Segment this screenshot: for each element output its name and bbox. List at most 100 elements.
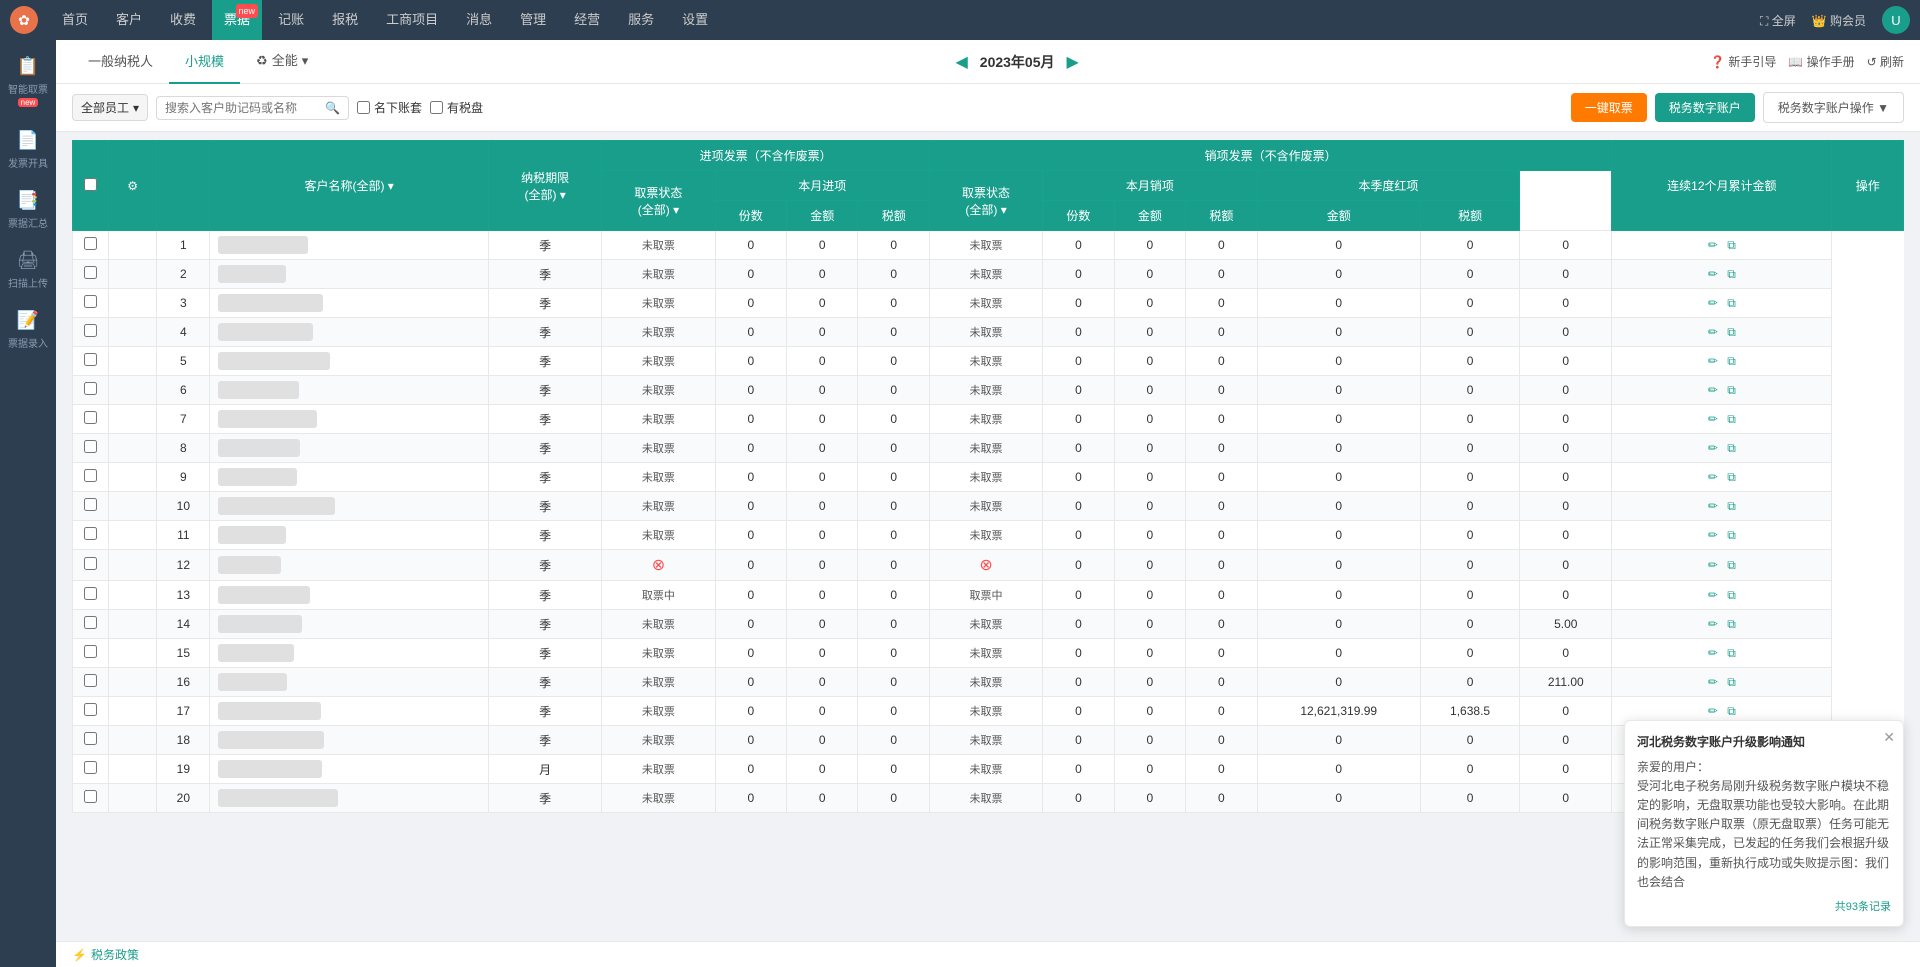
cell-checkbox[interactable] bbox=[73, 639, 109, 668]
edit-icon[interactable]: ✏ bbox=[1708, 267, 1718, 281]
sidebar-item-get-invoice[interactable]: 📋 智能取票new bbox=[0, 48, 56, 118]
user-avatar[interactable]: U bbox=[1882, 6, 1910, 34]
copy-icon[interactable]: ⧉ bbox=[1727, 383, 1736, 397]
nav-business[interactable]: 工商项目 bbox=[374, 0, 450, 40]
copy-icon[interactable]: ⧉ bbox=[1727, 470, 1736, 484]
edit-icon[interactable]: ✏ bbox=[1708, 617, 1718, 631]
nav-manage[interactable]: 管理 bbox=[508, 0, 558, 40]
cell-checkbox[interactable] bbox=[73, 347, 109, 376]
next-month-btn[interactable]: ▶ bbox=[1067, 52, 1079, 72]
copy-icon[interactable]: ⧉ bbox=[1727, 238, 1736, 252]
cell-checkbox[interactable] bbox=[73, 463, 109, 492]
tab-small-scale[interactable]: 小规模 bbox=[169, 40, 240, 84]
edit-icon[interactable]: ✏ bbox=[1708, 646, 1718, 660]
fullscreen-action[interactable]: ⛶ 全屏 bbox=[1760, 12, 1796, 29]
sidebar-item-invoice-summary[interactable]: 📑 票据汇总 bbox=[0, 182, 56, 238]
tax-digital-btn[interactable]: 税务数字账户 bbox=[1655, 93, 1755, 122]
cell-checkbox[interactable] bbox=[73, 755, 109, 784]
sidebar-item-open-invoice[interactable]: 📄 发票开具 bbox=[0, 122, 56, 178]
edit-icon[interactable]: ✏ bbox=[1708, 499, 1718, 513]
sidebar-item-invoice-entry[interactable]: 📝 票据录入 bbox=[0, 302, 56, 358]
edit-icon[interactable]: ✏ bbox=[1708, 238, 1718, 252]
copy-icon[interactable]: ⧉ bbox=[1727, 267, 1736, 281]
edit-icon[interactable]: ✏ bbox=[1708, 412, 1718, 426]
refresh-btn[interactable]: ↺ 刷新 bbox=[1867, 53, 1904, 70]
nav-message[interactable]: 消息 bbox=[454, 0, 504, 40]
edit-icon[interactable]: ✏ bbox=[1708, 325, 1718, 339]
cell-checkbox[interactable] bbox=[73, 726, 109, 755]
th-out-fetch-status[interactable]: 取票状态(全部) ▾ bbox=[929, 171, 1042, 231]
copy-icon[interactable]: ⧉ bbox=[1727, 588, 1736, 602]
tax-digital-op-btn[interactable]: 税务数字账户操作 ▼ bbox=[1763, 92, 1904, 123]
nav-client[interactable]: 客户 bbox=[104, 0, 154, 40]
edit-icon[interactable]: ✏ bbox=[1708, 558, 1718, 572]
cell-checkbox[interactable] bbox=[73, 260, 109, 289]
checkbox-named-input[interactable] bbox=[357, 101, 370, 114]
th-red-amount: 金额 bbox=[1257, 201, 1420, 231]
copy-icon[interactable]: ⧉ bbox=[1727, 617, 1736, 631]
nav-invoice[interactable]: 票据 new bbox=[212, 0, 262, 40]
edit-icon[interactable]: ✏ bbox=[1708, 296, 1718, 310]
search-input[interactable] bbox=[165, 101, 325, 115]
operation-manual[interactable]: 📖 操作手册 bbox=[1788, 53, 1854, 70]
copy-icon[interactable]: ⧉ bbox=[1727, 675, 1736, 689]
copy-icon[interactable]: ⧉ bbox=[1727, 646, 1736, 660]
cell-checkbox[interactable] bbox=[73, 521, 109, 550]
prev-month-btn[interactable]: ◀ bbox=[955, 52, 967, 72]
nav-service[interactable]: 服务 bbox=[616, 0, 666, 40]
nav-home[interactable]: 首页 bbox=[50, 0, 100, 40]
cell-checkbox[interactable] bbox=[73, 610, 109, 639]
cell-checkbox[interactable] bbox=[73, 492, 109, 521]
edit-icon[interactable]: ✏ bbox=[1708, 470, 1718, 484]
copy-icon[interactable]: ⧉ bbox=[1727, 704, 1736, 718]
copy-icon[interactable]: ⧉ bbox=[1727, 499, 1736, 513]
cell-checkbox[interactable] bbox=[73, 581, 109, 610]
copy-icon[interactable]: ⧉ bbox=[1727, 296, 1736, 310]
cell-checkbox[interactable] bbox=[73, 318, 109, 347]
nav-operation[interactable]: 经营 bbox=[562, 0, 612, 40]
cell-checkbox[interactable] bbox=[73, 434, 109, 463]
tab-general-taxpayer[interactable]: 一般纳税人 bbox=[72, 40, 169, 84]
copy-icon[interactable]: ⧉ bbox=[1727, 412, 1736, 426]
cell-checkbox[interactable] bbox=[73, 231, 109, 260]
new-user-guide[interactable]: ❓ 新手引导 bbox=[1710, 53, 1776, 70]
cell-checkbox[interactable] bbox=[73, 376, 109, 405]
select-all-checkbox[interactable] bbox=[84, 178, 97, 191]
sidebar-item-scan-upload[interactable]: 🖨 扫描上传 bbox=[0, 242, 56, 298]
cell-checkbox[interactable] bbox=[73, 405, 109, 434]
copy-icon[interactable]: ⧉ bbox=[1727, 441, 1736, 455]
edit-icon[interactable]: ✏ bbox=[1708, 588, 1718, 602]
edit-icon[interactable]: ✏ bbox=[1708, 704, 1718, 718]
vip-action[interactable]: 👑 购会员 bbox=[1812, 12, 1866, 29]
th-tax-period[interactable]: 纳税期限(全部) ▾ bbox=[489, 141, 602, 231]
edit-icon[interactable]: ✏ bbox=[1708, 675, 1718, 689]
edit-icon[interactable]: ✏ bbox=[1708, 354, 1718, 368]
edit-icon[interactable]: ✏ bbox=[1708, 383, 1718, 397]
copy-icon[interactable]: ⧉ bbox=[1727, 558, 1736, 572]
tab-all[interactable]: ♻ 全能 ▾ bbox=[240, 40, 324, 84]
edit-icon[interactable]: ✏ bbox=[1708, 528, 1718, 542]
copy-icon[interactable]: ⧉ bbox=[1727, 528, 1736, 542]
th-in-fetch-status[interactable]: 取票状态(全部) ▾ bbox=[602, 171, 715, 231]
employee-filter[interactable]: 全部员工 ▾ bbox=[72, 94, 148, 121]
copy-icon[interactable]: ⧉ bbox=[1727, 325, 1736, 339]
cell-checkbox[interactable] bbox=[73, 289, 109, 318]
copy-icon[interactable]: ⧉ bbox=[1727, 354, 1736, 368]
checkbox-tax-disk[interactable]: 有税盘 bbox=[430, 99, 483, 116]
nav-settings[interactable]: 设置 bbox=[670, 0, 720, 40]
checkbox-taxdisk-input[interactable] bbox=[430, 101, 443, 114]
search-box[interactable]: 🔍 bbox=[156, 96, 349, 120]
cell-checkbox[interactable] bbox=[73, 697, 109, 726]
cell-checkbox[interactable] bbox=[73, 550, 109, 581]
cell-checkbox[interactable] bbox=[73, 668, 109, 697]
tax-policy-label[interactable]: 税务政策 bbox=[91, 946, 139, 963]
nav-fee[interactable]: 收费 bbox=[158, 0, 208, 40]
checkbox-named-accounts[interactable]: 名下账套 bbox=[357, 99, 422, 116]
edit-icon[interactable]: ✏ bbox=[1708, 441, 1718, 455]
one-click-btn[interactable]: 一键取票 bbox=[1571, 93, 1647, 122]
popup-close-btn[interactable]: ✕ bbox=[1883, 729, 1895, 746]
cell-checkbox[interactable] bbox=[73, 784, 109, 813]
th-client-name[interactable]: 客户名称(全部) ▾ bbox=[210, 141, 489, 231]
nav-tax[interactable]: 报税 bbox=[320, 0, 370, 40]
nav-bookkeeping[interactable]: 记账 bbox=[266, 0, 316, 40]
